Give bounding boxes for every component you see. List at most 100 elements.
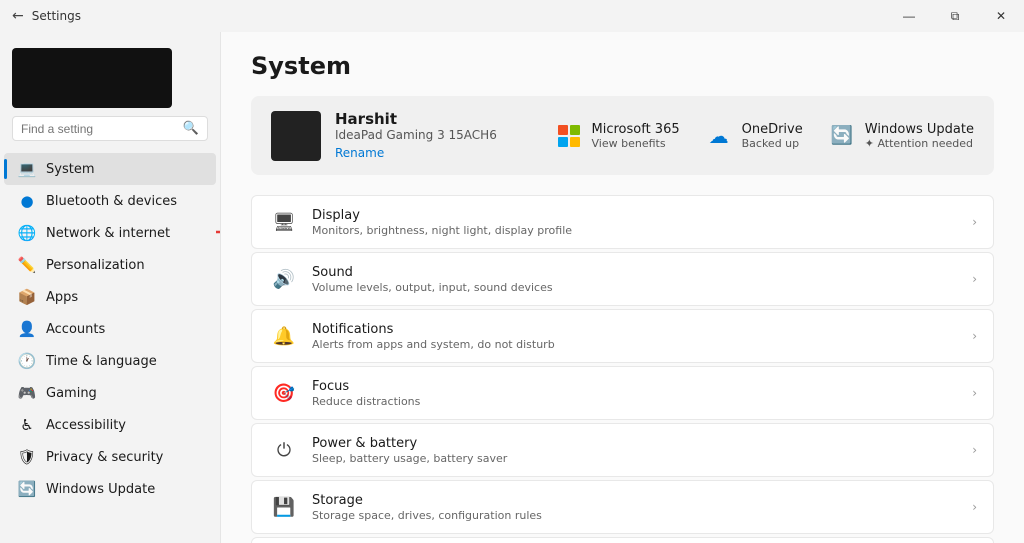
service-windowsupdate-name: Windows Update [865, 122, 974, 137]
restore-button[interactable]: ⧉ [932, 0, 978, 32]
settings-item-storage-desc: Storage space, drives, configuration rul… [312, 509, 972, 522]
user-details: Harshit IdeaPad Gaming 3 15ACH6 Rename [335, 110, 497, 161]
settings-item-storage[interactable]: 💾 Storage Storage space, drives, configu… [251, 480, 994, 534]
service-windowsupdate-status: ✦ Attention needed [865, 137, 974, 150]
chevron-right-icon: › [972, 500, 977, 514]
annotation-arrow [206, 219, 220, 245]
onedrive-icon: ☁ [704, 121, 734, 151]
settings-item-notifications[interactable]: 🔔 Notifications Alerts from apps and sys… [251, 309, 994, 363]
sidebar-item-bluetooth[interactable]: ● Bluetooth & devices [4, 185, 216, 217]
microsoft365-icon [554, 121, 584, 151]
display-icon: 🖥 [268, 206, 300, 238]
services-row: Microsoft 365 View benefits ☁ OneDrive B… [554, 121, 975, 151]
sidebar-item-accounts[interactable]: 👤 Accounts [4, 313, 216, 345]
sidebar-item-apps[interactable]: 📦 Apps [4, 281, 216, 313]
settings-item-focus-title: Focus [312, 379, 972, 394]
settings-item-focus-text: Focus Reduce distractions [312, 379, 972, 408]
settings-item-power[interactable]: ⏻ Power & battery Sleep, battery usage, … [251, 423, 994, 477]
sidebar-item-label: Bluetooth & devices [46, 194, 177, 209]
settings-item-sound[interactable]: 🔊 Sound Volume levels, output, input, so… [251, 252, 994, 306]
sidebar: 🔍 💻 System ● Bluetooth & devices 🌐 Netwo… [0, 32, 220, 543]
sidebar-item-privacy[interactable]: 🛡 Privacy & security [4, 441, 216, 473]
sidebar-item-label: Windows Update [46, 482, 155, 497]
storage-icon: 💾 [268, 491, 300, 523]
settings-item-sound-desc: Volume levels, output, input, sound devi… [312, 281, 972, 294]
sidebar-item-network[interactable]: 🌐 Network & internet [4, 217, 216, 249]
user-avatar [271, 111, 321, 161]
service-microsoft365[interactable]: Microsoft 365 View benefits [554, 121, 680, 151]
privacy-icon: 🛡 [18, 448, 36, 466]
sidebar-item-label: Apps [46, 290, 78, 305]
service-onedrive[interactable]: ☁ OneDrive Backed up [704, 121, 803, 151]
sidebar-profile: 🔍 [0, 40, 220, 153]
settings-item-notifications-title: Notifications [312, 322, 972, 337]
sidebar-item-label: Time & language [46, 354, 157, 369]
back-icon[interactable]: ← [12, 8, 24, 24]
service-microsoft365-name: Microsoft 365 [592, 122, 680, 137]
bluetooth-icon: ● [18, 192, 36, 210]
settings-item-sound-title: Sound [312, 265, 972, 280]
sidebar-item-personalization[interactable]: ✏️ Personalization [4, 249, 216, 281]
settings-list: 🖥 Display Monitors, brightness, night li… [251, 195, 994, 543]
chevron-right-icon: › [972, 215, 977, 229]
search-box[interactable]: 🔍 [12, 116, 208, 141]
settings-item-power-text: Power & battery Sleep, battery usage, ba… [312, 436, 972, 465]
sound-icon: 🔊 [268, 263, 300, 295]
service-onedrive-name: OneDrive [742, 122, 803, 137]
sidebar-item-label: Accessibility [46, 418, 126, 433]
accounts-icon: 👤 [18, 320, 36, 338]
sidebar-item-label: Accounts [46, 322, 105, 337]
apps-icon: 📦 [18, 288, 36, 306]
titlebar: ← Settings — ⧉ ✕ [0, 0, 1024, 32]
notifications-icon: 🔔 [268, 320, 300, 352]
chevron-right-icon: › [972, 443, 977, 457]
settings-item-nearby[interactable]: 📡 Nearby sharing Discoverability, receiv… [251, 537, 994, 543]
main-content: System Harshit IdeaPad Gaming 3 15ACH6 R… [220, 32, 1024, 543]
sidebar-item-accessibility[interactable]: ♿ Accessibility [4, 409, 216, 441]
time-icon: 🕐 [18, 352, 36, 370]
windowsupdate-icon: 🔄 [18, 480, 36, 498]
titlebar-controls: — ⧉ ✕ [886, 0, 1024, 32]
service-microsoft365-details: Microsoft 365 View benefits [592, 122, 680, 150]
accessibility-icon: ♿ [18, 416, 36, 434]
search-input[interactable] [21, 122, 177, 136]
settings-item-focus[interactable]: 🎯 Focus Reduce distractions › [251, 366, 994, 420]
search-icon: 🔍 [183, 121, 199, 136]
sidebar-item-label: Network & internet [46, 226, 170, 241]
chevron-right-icon: › [972, 272, 977, 286]
close-button[interactable]: ✕ [978, 0, 1024, 32]
sidebar-item-system[interactable]: 💻 System [4, 153, 216, 185]
settings-item-storage-text: Storage Storage space, drives, configura… [312, 493, 972, 522]
sidebar-item-time[interactable]: 🕐 Time & language [4, 345, 216, 377]
network-icon: 🌐 [18, 224, 36, 242]
personalization-icon: ✏️ [18, 256, 36, 274]
power-icon: ⏻ [268, 434, 300, 466]
settings-item-display-desc: Monitors, brightness, night light, displ… [312, 224, 972, 237]
rename-link[interactable]: Rename [335, 146, 384, 160]
settings-item-sound-text: Sound Volume levels, output, input, soun… [312, 265, 972, 294]
gaming-icon: 🎮 [18, 384, 36, 402]
settings-item-power-desc: Sleep, battery usage, battery saver [312, 452, 972, 465]
service-windowsupdate[interactable]: 🔄 Windows Update ✦ Attention needed [827, 121, 974, 151]
settings-item-notifications-desc: Alerts from apps and system, do not dist… [312, 338, 972, 351]
chevron-right-icon: › [972, 386, 977, 400]
service-windowsupdate-details: Windows Update ✦ Attention needed [865, 122, 974, 150]
settings-item-power-title: Power & battery [312, 436, 972, 451]
window-content: 🔍 💻 System ● Bluetooth & devices 🌐 Netwo… [0, 32, 1024, 543]
sidebar-item-label: System [46, 162, 94, 177]
profile-avatar [12, 48, 172, 108]
sidebar-item-label: Personalization [46, 258, 145, 273]
settings-item-display[interactable]: 🖥 Display Monitors, brightness, night li… [251, 195, 994, 249]
sidebar-item-label: Gaming [46, 386, 97, 401]
user-info: Harshit IdeaPad Gaming 3 15ACH6 Rename [271, 110, 497, 161]
sidebar-item-gaming[interactable]: 🎮 Gaming [4, 377, 216, 409]
sidebar-item-windowsupdate[interactable]: 🔄 Windows Update [4, 473, 216, 505]
focus-icon: 🎯 [268, 377, 300, 409]
titlebar-left: ← Settings [12, 8, 81, 24]
user-device: IdeaPad Gaming 3 15ACH6 [335, 128, 497, 142]
service-microsoft365-status: View benefits [592, 137, 680, 150]
minimize-button[interactable]: — [886, 0, 932, 32]
system-icon: 💻 [18, 160, 36, 178]
sidebar-item-label: Privacy & security [46, 450, 163, 465]
settings-item-storage-title: Storage [312, 493, 972, 508]
